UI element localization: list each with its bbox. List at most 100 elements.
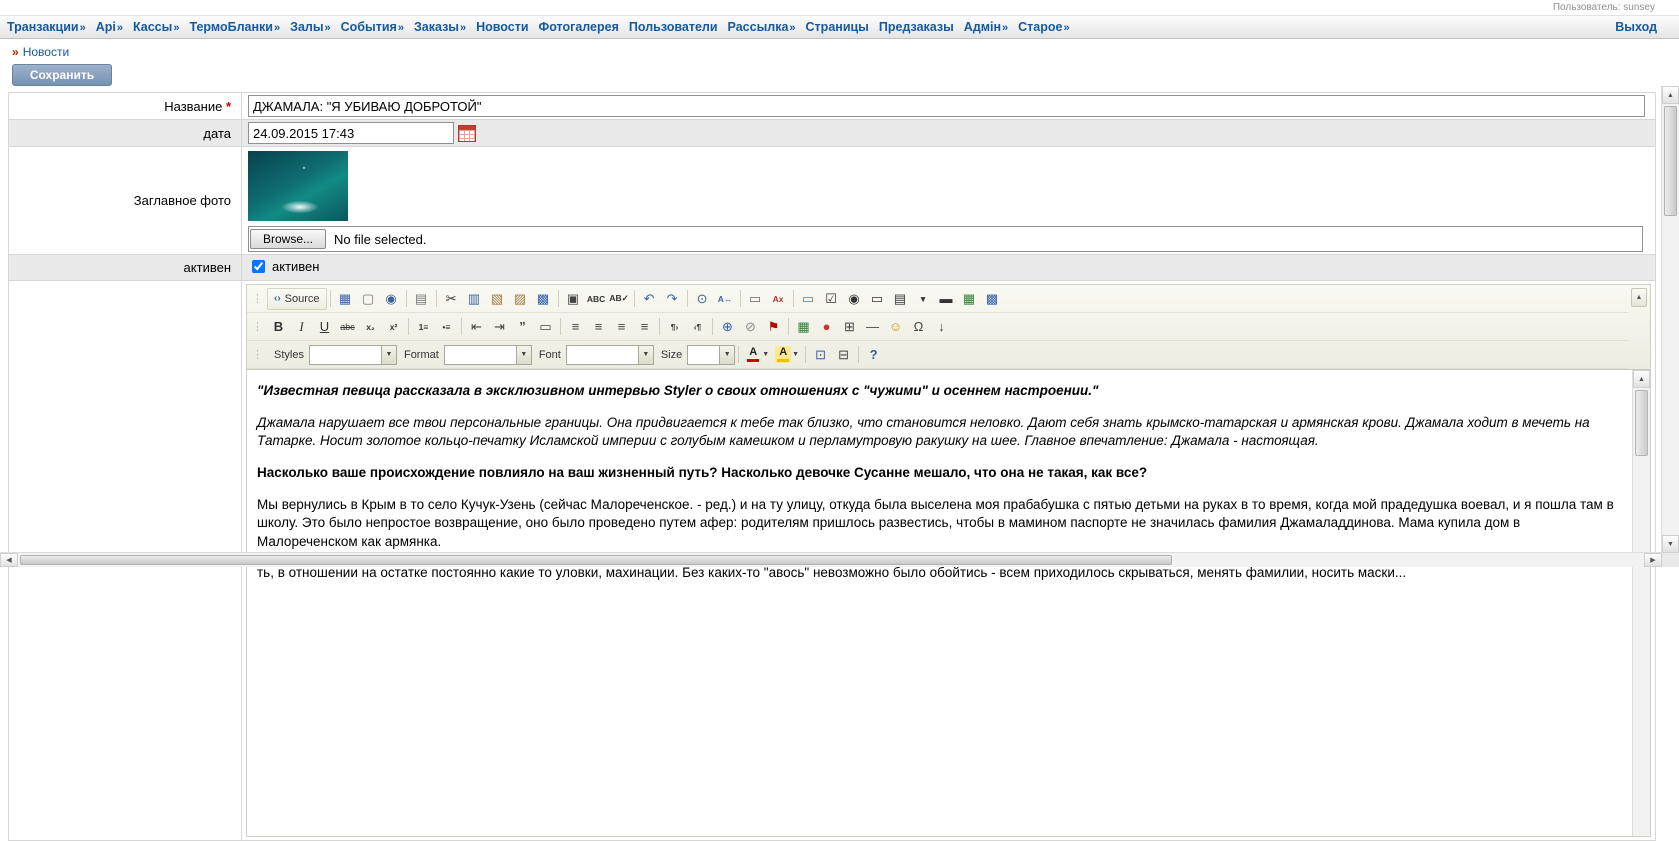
nav-item-pages[interactable]: Страницы (806, 20, 869, 34)
browse-button[interactable]: Browse... (250, 229, 327, 249)
show-blocks-icon[interactable]: ⊟ (833, 345, 854, 364)
italic-icon[interactable]: I (291, 317, 312, 336)
paste-icon[interactable]: ▧ (487, 289, 508, 308)
special-char-icon[interactable]: Ω (908, 317, 929, 336)
print-icon[interactable]: ▣ (563, 289, 584, 308)
div-container-icon[interactable]: ▭ (535, 317, 556, 336)
subscript-icon[interactable]: x₂ (360, 317, 381, 336)
nav-item-transactions[interactable]: Транзакции» (7, 20, 86, 34)
nav-item-users[interactable]: Пользователи (629, 20, 718, 34)
unlink-icon[interactable]: ⊘ (740, 317, 761, 336)
breadcrumb-link-news[interactable]: Новости (23, 45, 69, 59)
radio-button-icon[interactable]: ◉ (844, 289, 865, 308)
justify-icon[interactable]: ≡ (634, 317, 655, 336)
templates-icon[interactable]: ▤ (411, 289, 432, 308)
size-dropdown[interactable]: Size ▼ (654, 344, 736, 365)
nav-item-mailing[interactable]: Рассылка» (728, 20, 796, 34)
table-icon[interactable]: ⊞ (839, 317, 860, 336)
link-icon[interactable]: ⊕ (717, 317, 738, 336)
maximize-icon[interactable]: ⊡ (810, 345, 831, 364)
source-button[interactable]: ‹› Source (267, 287, 327, 310)
blockquote-icon[interactable]: ” (512, 317, 533, 336)
format-dropdown[interactable]: Format ▼ (397, 344, 532, 365)
editor-scroll-thumb[interactable] (1635, 390, 1648, 456)
logout-link[interactable]: Выход (1615, 20, 1657, 34)
styles-dropdown-value[interactable]: ▼ (308, 344, 397, 365)
select-field-icon[interactable]: ▼ (913, 289, 934, 308)
nav-item-orders[interactable]: Заказы» (414, 20, 466, 34)
page-vertical-scrollbar[interactable]: ▲ ▼ (1661, 86, 1679, 553)
nav-item-preorders[interactable]: Предзаказы (879, 20, 954, 34)
about-icon[interactable]: ? (863, 345, 884, 364)
find-icon[interactable]: ⊙ (692, 289, 713, 308)
chevron-down-icon[interactable]: ▼ (380, 345, 396, 364)
nav-item-thermo-blanks[interactable]: ТермоБланки» (189, 20, 280, 34)
nav-item-old[interactable]: Старое» (1018, 20, 1069, 34)
chevron-down-icon[interactable]: ▼ (515, 345, 531, 364)
remove-format-icon[interactable]: Aх (768, 289, 789, 308)
nav-item-cash-registers[interactable]: Кассы» (133, 20, 179, 34)
save-icon[interactable]: ▦ (335, 289, 356, 308)
page-scroll-thumb[interactable] (1664, 106, 1677, 216)
font-dropdown-value[interactable]: ▼ (565, 344, 654, 365)
date-input[interactable] (248, 122, 454, 144)
photo-file-input[interactable]: Browse... No file selected. (248, 226, 1643, 252)
bulleted-list-icon[interactable]: •≡ (436, 317, 457, 336)
background-color-button[interactable]: A ▼ (773, 345, 801, 364)
text-field-icon[interactable]: ▭ (867, 289, 888, 308)
page-break-icon[interactable]: ↓ (931, 317, 952, 336)
bold-icon[interactable]: B (268, 317, 289, 336)
align-left-icon[interactable]: ≡ (565, 317, 586, 336)
strikethrough-icon[interactable]: abc (337, 317, 358, 336)
smiley-icon[interactable]: ☺ (885, 317, 906, 336)
textarea-icon[interactable]: ▤ (890, 289, 911, 308)
paste-word-icon[interactable]: ▩ (533, 289, 554, 308)
copy-icon[interactable]: ▥ (464, 289, 485, 308)
chevron-down-icon[interactable]: ▼ (719, 345, 735, 364)
flag-icon[interactable]: ⚑ (763, 317, 784, 336)
new-page-icon[interactable]: ▢ (358, 289, 379, 308)
redo-icon[interactable]: ↷ (662, 289, 683, 308)
active-checkbox[interactable] (252, 260, 265, 273)
checkbox-icon[interactable]: ☑ (821, 289, 842, 308)
scroll-right-icon[interactable]: ▶ (1644, 553, 1662, 567)
hidden-field-icon[interactable]: ▩ (982, 289, 1003, 308)
image-button-icon[interactable]: ▦ (959, 289, 980, 308)
align-right-icon[interactable]: ≡ (611, 317, 632, 336)
page-hscroll-thumb[interactable] (20, 555, 1172, 565)
size-dropdown-value[interactable]: ▼ (687, 344, 736, 365)
scroll-up-icon[interactable]: ▲ (1662, 86, 1679, 104)
scayt-icon[interactable]: AB✓ (609, 289, 630, 308)
replace-icon[interactable]: A↔ (715, 289, 736, 308)
underline-icon[interactable]: U (314, 317, 335, 336)
font-dropdown[interactable]: Font ▼ (532, 344, 654, 365)
save-button[interactable]: Сохранить (12, 64, 112, 86)
image-icon[interactable]: ▦ (793, 317, 814, 336)
indent-icon[interactable]: ⇥ (489, 317, 510, 336)
active-checkbox-wrap[interactable]: активен (248, 257, 319, 276)
paste-text-icon[interactable]: ▨ (510, 289, 531, 308)
numbered-list-icon[interactable]: 1≡ (413, 317, 434, 336)
flash-icon[interactable]: ● (816, 317, 837, 336)
scroll-up-icon[interactable]: ▲ (1633, 370, 1650, 388)
format-dropdown-value[interactable]: ▼ (443, 344, 532, 365)
nav-item-events[interactable]: События» (341, 20, 404, 34)
page-horizontal-scrollbar[interactable]: ◀ ▶ (0, 552, 1662, 567)
undo-icon[interactable]: ↶ (639, 289, 660, 308)
spell-check-icon[interactable]: ABC (586, 289, 607, 308)
button-icon[interactable]: ▬ (936, 289, 957, 308)
preview-icon[interactable]: ◉ (381, 289, 402, 308)
select-all-icon[interactable]: ▭ (745, 289, 766, 308)
superscript-icon[interactable]: x² (383, 317, 404, 336)
horizontal-rule-icon[interactable]: — (862, 317, 883, 336)
styles-dropdown[interactable]: Styles ▼ (267, 344, 397, 365)
chevron-down-icon[interactable]: ▼ (637, 345, 653, 364)
nav-item-photo-gallery[interactable]: Фотогалерея (539, 20, 619, 34)
text-color-button[interactable]: A ▼ (743, 345, 771, 364)
nav-item-admin[interactable]: Адмін» (964, 20, 1008, 34)
calendar-icon[interactable] (458, 124, 476, 142)
title-input[interactable] (248, 95, 1645, 117)
form-icon[interactable]: ▭ (798, 289, 819, 308)
text-direction-ltr-icon[interactable]: ¶› (664, 317, 685, 336)
toolbar-collapse-button[interactable]: ▲ (1631, 288, 1647, 307)
